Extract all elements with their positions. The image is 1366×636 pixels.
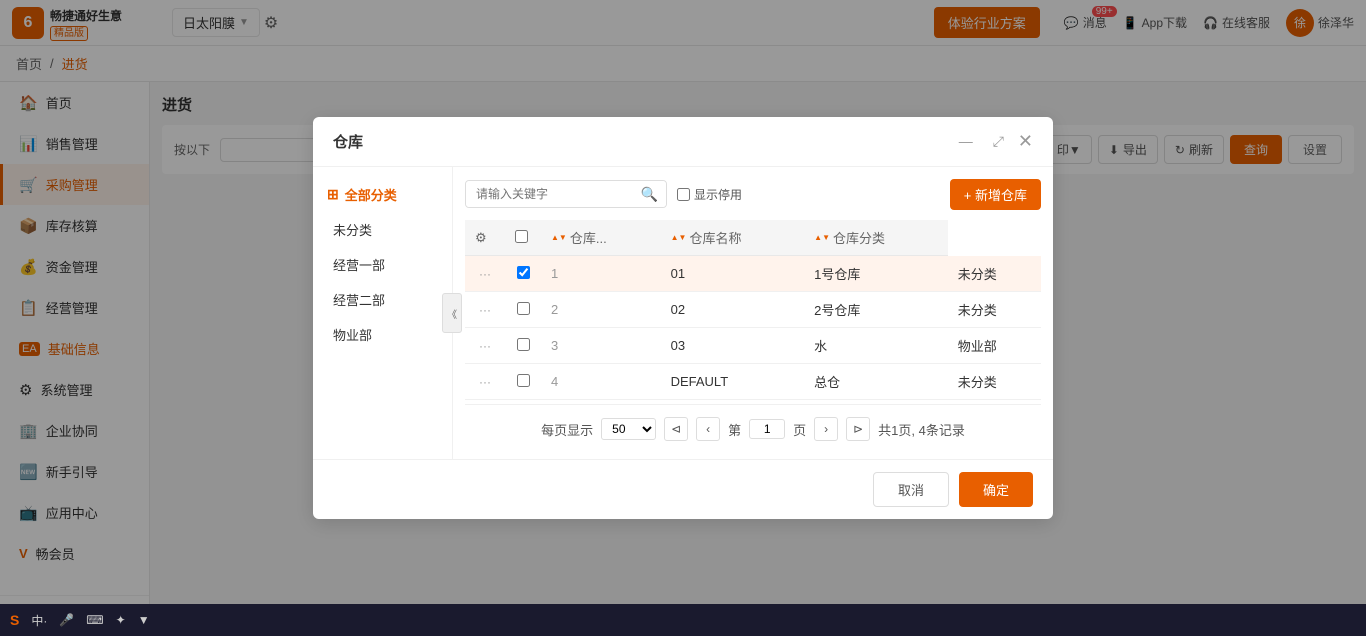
modal-header-actions: — ⤢ ✕	[953, 131, 1033, 152]
row-category-cell: 未分类	[948, 292, 1041, 328]
taskbar-lang[interactable]: 中·	[31, 612, 47, 629]
prev-page-button[interactable]: ‹	[696, 417, 720, 441]
row-checkbox[interactable]	[517, 338, 530, 351]
select-all-checkbox[interactable]	[515, 230, 528, 243]
table-row[interactable]: ··· 3 03 水 物业部	[465, 328, 1041, 364]
th-name: ▲▼ 仓库名称	[661, 220, 805, 256]
row-settings-cell[interactable]: ···	[465, 328, 505, 364]
row-checkbox[interactable]	[517, 374, 530, 387]
modal-pagination: 每页显示 50 20 100 ⊲ ‹ 第 页 › ⊳ 共1页, 4条记录	[465, 404, 1041, 447]
warehouse-table: ⚙ ▲▼ 仓库...	[465, 220, 1041, 401]
table-row[interactable]: ··· 1 01 1号仓库 未分类	[465, 256, 1041, 292]
row-check-cell[interactable]	[505, 256, 541, 292]
taskbar-star[interactable]: ✦	[116, 613, 126, 627]
row-code-cell: 03	[661, 328, 805, 364]
row-check-cell[interactable]	[505, 292, 541, 328]
table-row[interactable]: ··· 2 02 2号仓库 未分类	[465, 292, 1041, 328]
row-category-cell: 未分类	[948, 256, 1041, 292]
row-category-cell: 物业部	[948, 328, 1041, 364]
th-check	[505, 220, 541, 256]
row-code-cell: DEFAULT	[661, 364, 805, 400]
page-label: 第	[728, 420, 741, 439]
category-all-header[interactable]: ⊞ 全部分类	[313, 177, 452, 212]
show-disabled-checkbox[interactable]	[677, 188, 690, 201]
page-end-label: 页	[793, 420, 806, 439]
row-category-cell: 未分类	[948, 364, 1041, 400]
search-input-wrap: 🔍	[465, 180, 667, 208]
show-disabled-label: 显示停用	[677, 186, 742, 203]
row-settings-cell[interactable]: ···	[465, 256, 505, 292]
first-page-button[interactable]: ⊲	[664, 417, 688, 441]
modal-minimize-button[interactable]: —	[953, 131, 979, 151]
per-page-select[interactable]: 50 20 100	[601, 418, 656, 440]
category-item-3[interactable]: 物业部	[313, 317, 452, 352]
grid-icon: ⊞	[327, 186, 339, 203]
row-check-cell[interactable]	[505, 328, 541, 364]
row-num-cell: 4	[541, 364, 661, 400]
modal-search-bar: 🔍 显示停用 + 新增仓库	[465, 179, 1041, 210]
per-page-label: 每页显示	[541, 420, 593, 439]
modal-header: 仓库 — ⤢ ✕	[313, 117, 1053, 167]
row-code-cell: 01	[661, 256, 805, 292]
taskbar-mic[interactable]: 🎤	[59, 613, 74, 627]
confirm-button[interactable]: 确定	[959, 472, 1033, 507]
warehouse-modal: 仓库 — ⤢ ✕ ⊞ 全部分类 未分类 经营一部	[313, 117, 1053, 520]
table-head: ⚙ ▲▼ 仓库...	[465, 220, 1041, 256]
search-icon: 🔍	[641, 186, 658, 203]
category-item-2[interactable]: 经营二部	[313, 282, 452, 317]
table-body: ··· 1 01 1号仓库 未分类 ··· 2 02 2号仓库 未分类 ··· …	[465, 256, 1041, 400]
th-code: ▲▼ 仓库...	[541, 220, 661, 256]
taskbar-arrow[interactable]: ▼	[138, 613, 150, 627]
add-warehouse-button[interactable]: + 新增仓库	[950, 179, 1041, 210]
search-input[interactable]	[466, 181, 666, 207]
row-checkbox[interactable]	[517, 302, 530, 315]
next-page-button[interactable]: ›	[814, 417, 838, 441]
warehouse-table-wrap: ⚙ ▲▼ 仓库...	[465, 220, 1041, 401]
modal-right-panel: 🔍 显示停用 + 新增仓库 ⚙	[453, 167, 1053, 460]
last-page-button[interactable]: ⊳	[846, 417, 870, 441]
modal-title: 仓库	[333, 131, 363, 152]
row-name-cell: 1号仓库	[804, 256, 948, 292]
category-all-label: 全部分类	[345, 185, 397, 204]
table-row[interactable]: ··· 4 DEFAULT 总仓 未分类	[465, 364, 1041, 400]
modal-footer: 取消 确定	[313, 459, 1053, 519]
th-category: ▲▼ 仓库分类	[804, 220, 948, 256]
category-sidebar: ⊞ 全部分类 未分类 经营一部 经营二部 物业部 《	[313, 167, 453, 460]
taskbar-keyboard[interactable]: ⌨	[86, 613, 103, 627]
row-num-cell: 1	[541, 256, 661, 292]
category-item-1[interactable]: 经营一部	[313, 247, 452, 282]
modal-close-button[interactable]: ✕	[1018, 132, 1033, 150]
modal-maximize-button[interactable]: ⤢	[987, 131, 1010, 152]
row-name-cell: 2号仓库	[804, 292, 948, 328]
row-code-cell: 02	[661, 292, 805, 328]
row-settings-cell[interactable]: ···	[465, 292, 505, 328]
row-checkbox[interactable]	[517, 266, 530, 279]
total-info: 共1页, 4条记录	[878, 420, 965, 439]
collapse-button[interactable]: 《	[442, 293, 462, 333]
th-settings: ⚙	[465, 220, 505, 256]
row-name-cell: 水	[804, 328, 948, 364]
modal-body: ⊞ 全部分类 未分类 经营一部 经营二部 物业部 《	[313, 167, 1053, 460]
modal-overlay: 仓库 — ⤢ ✕ ⊞ 全部分类 未分类 经营一部	[0, 0, 1366, 636]
taskbar-s-icon: S	[10, 612, 19, 628]
cancel-button[interactable]: 取消	[873, 472, 949, 507]
taskbar-bottom: S 中· 🎤 ⌨ ✦ ▼	[0, 604, 1366, 636]
row-num-cell: 3	[541, 328, 661, 364]
row-name-cell: 总仓	[804, 364, 948, 400]
category-item-0[interactable]: 未分类	[313, 212, 452, 247]
row-settings-cell[interactable]: ···	[465, 364, 505, 400]
row-num-cell: 2	[541, 292, 661, 328]
page-input[interactable]	[749, 419, 785, 439]
row-check-cell[interactable]	[505, 364, 541, 400]
